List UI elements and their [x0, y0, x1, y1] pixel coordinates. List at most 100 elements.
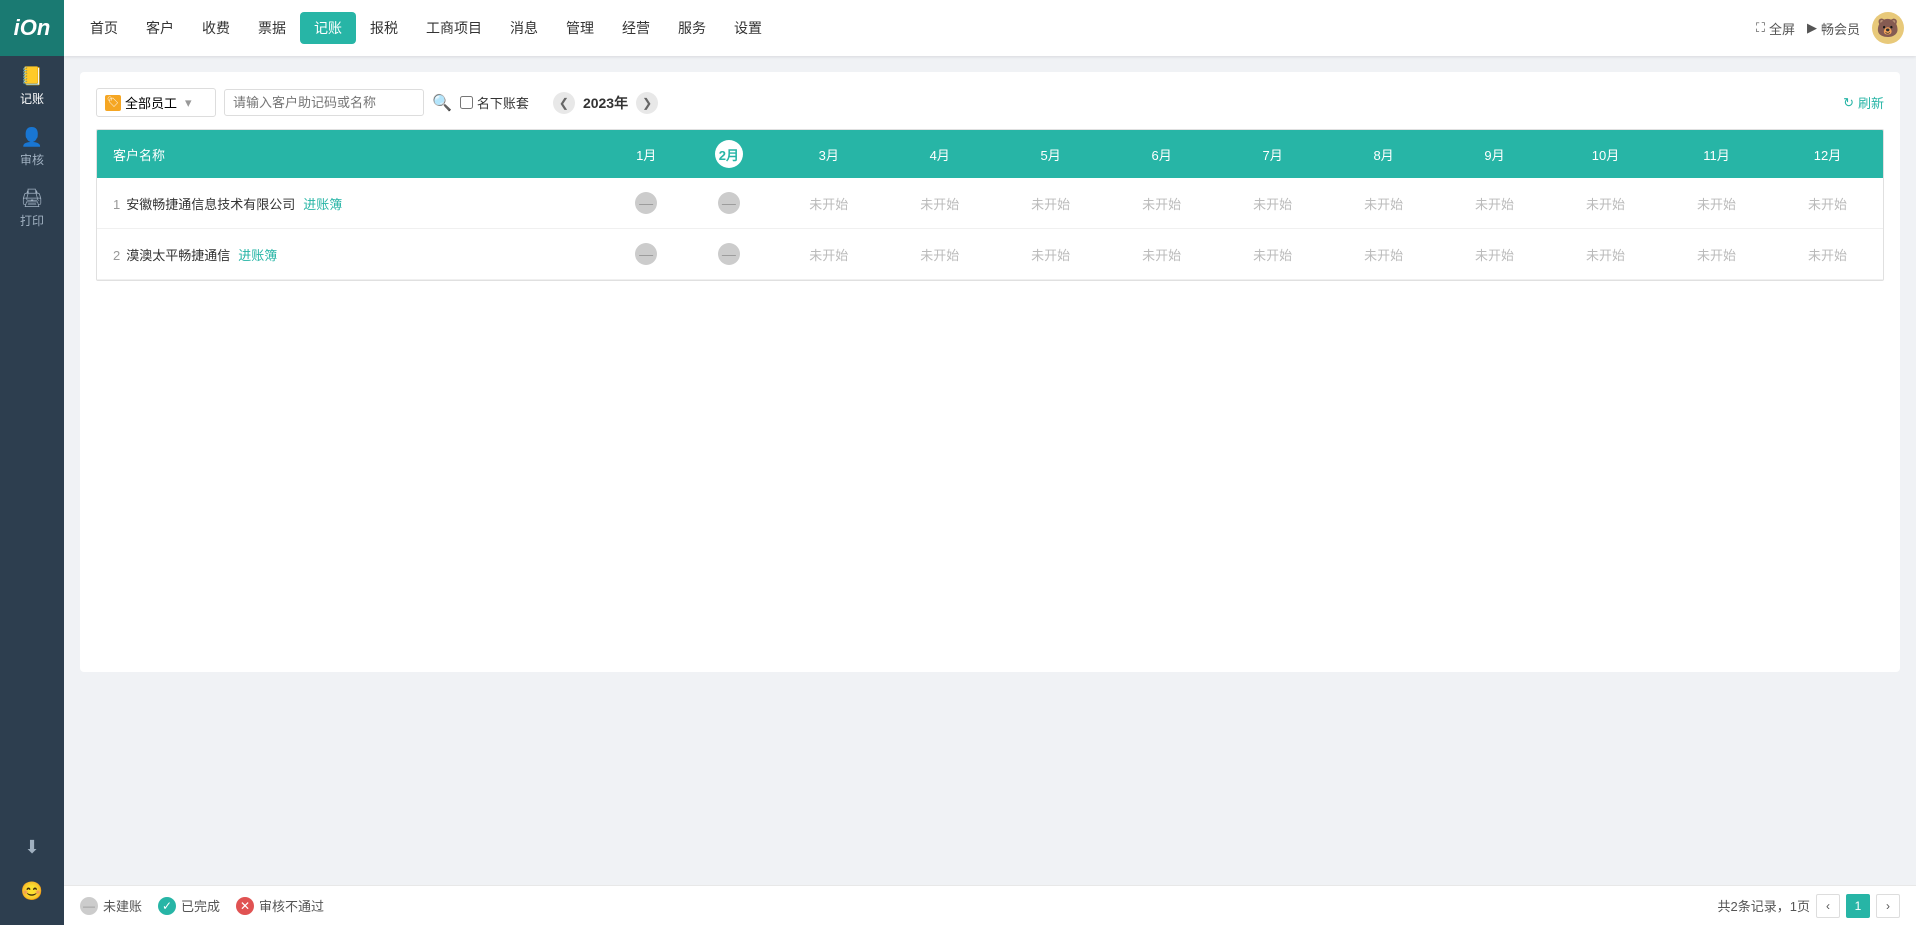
download-icon: ⬇ [24, 837, 39, 858]
topnav: 首页 客户 收费 票据 记账 报税 工商项目 消息 管理 经营 服务 设置 ⛶ … [64, 0, 1916, 56]
employee-select[interactable]: 🏷 全部员工 ▾ [96, 88, 216, 117]
fullscreen-button[interactable]: ⛶ 全屏 [1756, 19, 1795, 38]
row-month-11: 未开始 [1661, 229, 1772, 280]
row-customer-name: 漠澳太平畅捷通信 [126, 248, 230, 263]
col-month-12: 12月 [1772, 130, 1883, 178]
row-month-9: 未开始 [1439, 229, 1550, 280]
legend-gray-icon: — [80, 897, 98, 915]
row-month-8: 未开始 [1328, 229, 1439, 280]
nav-tax[interactable]: 报税 [356, 12, 412, 44]
nav-home[interactable]: 首页 [76, 12, 132, 44]
nav-bookkeeping[interactable]: 记账 [300, 12, 356, 44]
row-month-6: 未开始 [1106, 178, 1217, 229]
support-icon: 😊 [21, 881, 43, 902]
main-panel: 🏷 全部员工 ▾ 🔍 名下账套 ❮ 2023年 ❯ ↻ 刷新 [80, 72, 1900, 672]
sidebar-label-audit: 审核 [20, 151, 44, 168]
refresh-button[interactable]: ↻ 刷新 [1843, 93, 1884, 112]
row-index: 1 [113, 197, 120, 212]
nav-business[interactable]: 工商项目 [412, 12, 496, 44]
vip-button[interactable]: ▶ 畅会员 [1807, 19, 1860, 38]
col-month-3: 3月 [773, 130, 884, 178]
status-dash-icon: — [635, 243, 657, 265]
nav-billing[interactable]: 收费 [188, 12, 244, 44]
col-month-7: 7月 [1217, 130, 1328, 178]
checkbox-myaccounts[interactable]: 名下账套 [460, 93, 529, 112]
row-month-2: — [685, 229, 774, 280]
year-nav: ❮ 2023年 ❯ [553, 92, 658, 114]
legend-rejected: ✕ 审核不通过 [236, 896, 324, 915]
app-logo: iOn [0, 0, 64, 56]
legend-unbuilt: — 未建账 [80, 896, 142, 915]
col-month-1: 1月 [608, 130, 685, 178]
topnav-right: ⛶ 全屏 ▶ 畅会员 🐻 [1756, 12, 1904, 44]
row-month-3: 未开始 [773, 229, 884, 280]
row-month-11: 未开始 [1661, 178, 1772, 229]
row-month-4: 未开始 [884, 229, 995, 280]
refresh-icon: ↻ [1843, 95, 1854, 111]
chevron-down-icon: ▾ [185, 95, 192, 111]
page-current[interactable]: 1 [1846, 894, 1870, 918]
nav-settings[interactable]: 设置 [720, 12, 776, 44]
main-area: 首页 客户 收费 票据 记账 报税 工商项目 消息 管理 经营 服务 设置 ⛶ … [64, 0, 1916, 925]
row-month-7: 未开始 [1217, 229, 1328, 280]
row-month-10: 未开始 [1550, 229, 1661, 280]
row-month-7: 未开始 [1217, 178, 1328, 229]
year-display: 2023年 [583, 93, 628, 113]
nav-message[interactable]: 消息 [496, 12, 552, 44]
legend: — 未建账 ✓ 已完成 ✕ 审核不通过 [80, 896, 324, 915]
sidebar-item-audit[interactable]: 👤 审核 [0, 117, 64, 178]
employee-icon: 🏷 [105, 95, 121, 111]
enter-ledger-link[interactable]: 进账簿 [238, 248, 277, 263]
col-customer: 客户名称 [97, 130, 608, 178]
row-month-5: 未开始 [995, 178, 1106, 229]
search-input[interactable] [224, 89, 424, 116]
sidebar-label-print: 打印 [20, 212, 44, 229]
year-next-button[interactable]: ❯ [636, 92, 658, 114]
table-row: 2漠澳太平畅捷通信进账簿——未开始未开始未开始未开始未开始未开始未开始未开始未开… [97, 229, 1883, 280]
content-area: 🏷 全部员工 ▾ 🔍 名下账套 ❮ 2023年 ❯ ↻ 刷新 [64, 56, 1916, 885]
sidebar-item-support[interactable]: 😊 [0, 871, 64, 915]
sidebar-bottom: ⬇ 😊 [0, 827, 64, 925]
myaccounts-checkbox[interactable] [460, 96, 473, 109]
sidebar-label-accounting: 记账 [20, 90, 44, 107]
nav-service[interactable]: 服务 [664, 12, 720, 44]
sidebar-item-accounting[interactable]: 📒 记账 [0, 56, 64, 117]
sidebar-item-download[interactable]: ⬇ [0, 827, 64, 871]
filter-bar: 🏷 全部员工 ▾ 🔍 名下账套 ❮ 2023年 ❯ ↻ 刷新 [96, 88, 1884, 117]
nav-manage[interactable]: 管理 [552, 12, 608, 44]
row-month-1: — [608, 178, 685, 229]
row-month-1: — [608, 229, 685, 280]
fullscreen-icon: ⛶ [1756, 20, 1765, 36]
col-month-10: 10月 [1550, 130, 1661, 178]
nav-invoice[interactable]: 票据 [244, 12, 300, 44]
row-month-4: 未开始 [884, 178, 995, 229]
row-month-12: 未开始 [1772, 178, 1883, 229]
row-month-9: 未开始 [1439, 178, 1550, 229]
legend-complete: ✓ 已完成 [158, 896, 220, 915]
accounts-table: 客户名称 1月 2月 3月 4月 5月 6月 7月 8月 9月 10月 11月 [96, 129, 1884, 281]
page-next-button[interactable]: › [1876, 894, 1900, 918]
col-month-2: 2月 [685, 130, 774, 178]
row-month-2: — [685, 178, 774, 229]
row-month-12: 未开始 [1772, 229, 1883, 280]
employee-label: 全部员工 [125, 93, 177, 112]
page-prev-button[interactable]: ‹ [1816, 894, 1840, 918]
col-month-5: 5月 [995, 130, 1106, 178]
enter-ledger-link[interactable]: 进账簿 [303, 197, 342, 212]
table-row: 1安徽畅捷通信息技术有限公司进账簿——未开始未开始未开始未开始未开始未开始未开始… [97, 178, 1883, 229]
search-button[interactable]: 🔍 [432, 93, 452, 113]
col-month-4: 4月 [884, 130, 995, 178]
col-month-8: 8月 [1328, 130, 1439, 178]
nav-operation[interactable]: 经营 [608, 12, 664, 44]
status-dash-icon: — [635, 192, 657, 214]
col-month-11: 11月 [1661, 130, 1772, 178]
col-month-6: 6月 [1106, 130, 1217, 178]
row-month-10: 未开始 [1550, 178, 1661, 229]
sidebar-item-print[interactable]: 🖨 打印 [0, 178, 64, 239]
user-avatar[interactable]: 🐻 [1872, 12, 1904, 44]
row-month-3: 未开始 [773, 178, 884, 229]
year-prev-button[interactable]: ❮ [553, 92, 575, 114]
sidebar: iOn 📒 记账 👤 审核 🖨 打印 ⬇ 😊 [0, 0, 64, 925]
active-month-circle: 2月 [715, 140, 743, 168]
nav-customer[interactable]: 客户 [132, 12, 188, 44]
